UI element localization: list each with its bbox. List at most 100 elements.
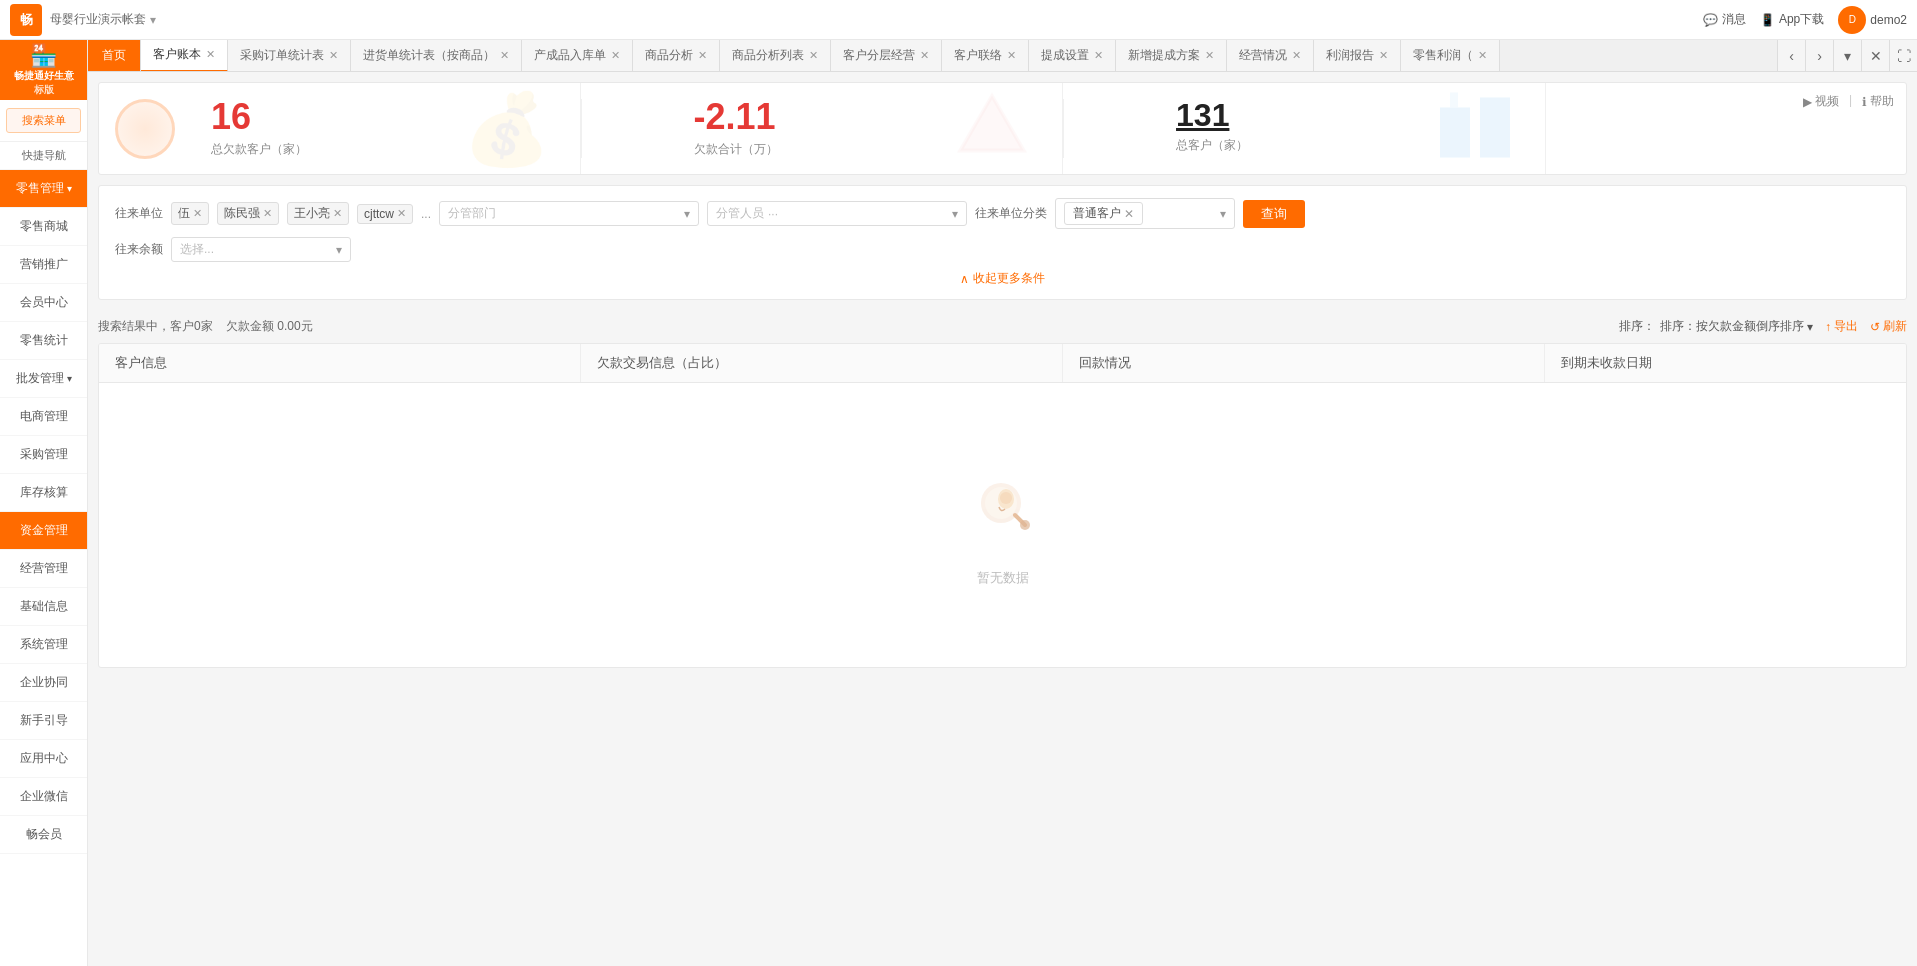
stat-total-customers-value: 131 — [1176, 99, 1248, 131]
sidebar-item-wholesale-mgmt[interactable]: 批发管理 — [0, 360, 87, 398]
results-text: 搜索结果中，客户0家 欠款金额 0.00元 — [98, 318, 313, 335]
tab-customer-contact[interactable]: 客户联络 ✕ — [942, 40, 1029, 72]
app-logo: 畅 — [10, 4, 42, 36]
sidebar-item-member-center[interactable]: 会员中心 — [0, 284, 87, 322]
sidebar: 🏪 畅捷通好生意 标版 搜索菜单 快捷导航 零售管理 零售商城 营销推广 会员中… — [0, 40, 88, 966]
filter-more-button[interactable]: ... — [421, 207, 431, 221]
sidebar-item-retail-mall[interactable]: 零售商城 — [0, 208, 87, 246]
export-button[interactable]: ↑ 导出 — [1825, 318, 1858, 335]
top-bar-left: 畅 母婴行业演示帐套 ▾ — [10, 4, 1703, 36]
tag-close-icon[interactable]: ✕ — [1124, 207, 1134, 221]
tab-close-icon[interactable]: ✕ — [698, 49, 707, 62]
sidebar-item-label: 会员中心 — [20, 295, 68, 309]
tab-close-icon[interactable]: ✕ — [611, 49, 620, 62]
tab-customer-tier[interactable]: 客户分层经营 ✕ — [831, 40, 942, 72]
tab-close-icon[interactable]: ✕ — [920, 49, 929, 62]
search-menu-button[interactable]: 搜索菜单 — [6, 108, 81, 133]
sidebar-item-label: 经营管理 — [20, 561, 68, 575]
tab-close-icon[interactable]: ✕ — [1205, 49, 1214, 62]
tag-text: cjttcw — [364, 207, 394, 221]
tab-close-icon[interactable]: ✕ — [206, 48, 215, 61]
sidebar-item-marketing[interactable]: 营销推广 — [0, 246, 87, 284]
tab-scroll-left-button[interactable]: ‹ — [1777, 40, 1805, 72]
sidebar-item-label: 系统管理 — [20, 637, 68, 651]
tab-raise-setting[interactable]: 提成设置 ✕ — [1029, 40, 1116, 72]
tab-close-icon[interactable]: ✕ — [1379, 49, 1388, 62]
tab-stock-stat[interactable]: 进货单统计表（按商品） ✕ — [351, 40, 522, 72]
tag-close-icon[interactable]: ✕ — [263, 207, 272, 220]
tab-home-label: 首页 — [102, 47, 126, 64]
company-selector[interactable]: 母婴行业演示帐套 ▾ — [50, 11, 156, 28]
sidebar-item-operation-mgmt[interactable]: 经营管理 — [0, 550, 87, 588]
tab-close-icon[interactable]: ✕ — [329, 49, 338, 62]
help-button[interactable]: ℹ 帮助 — [1862, 93, 1894, 110]
search-button[interactable]: 查询 — [1243, 200, 1305, 228]
tab-close-all-button[interactable]: ✕ — [1861, 40, 1889, 72]
sidebar-item-inventory[interactable]: 库存核算 — [0, 474, 87, 512]
sidebar-item-purchase-mgmt[interactable]: 采购管理 — [0, 436, 87, 474]
tab-fullscreen-button[interactable]: ⛶ — [1889, 40, 1917, 72]
message-label: 消息 — [1722, 11, 1746, 28]
tab-close-icon[interactable]: ✕ — [1094, 49, 1103, 62]
tag-close-icon[interactable]: ✕ — [193, 207, 202, 220]
unit-type-filter-select[interactable]: 普通客户 ✕ ▾ — [1055, 198, 1235, 229]
sidebar-item-vip-member[interactable]: 畅会员 — [0, 816, 87, 854]
collapse-button[interactable]: ∧ 收起更多条件 — [960, 270, 1045, 287]
sidebar-item-label: 营销推广 — [20, 257, 68, 271]
tab-retail-profit[interactable]: 零售利润（ ✕ — [1401, 40, 1500, 72]
company-dropdown-icon: ▾ — [150, 13, 156, 27]
tab-new-raise-plan[interactable]: 新增提成方案 ✕ — [1116, 40, 1227, 72]
sidebar-item-retail-stats[interactable]: 零售统计 — [0, 322, 87, 360]
app-download-button[interactable]: 📱 App下载 — [1760, 11, 1824, 28]
sidebar-item-ecommerce-mgmt[interactable]: 电商管理 — [0, 398, 87, 436]
download-icon: 📱 — [1760, 13, 1775, 27]
sidebar-item-retail-mgmt[interactable]: 零售管理 — [0, 170, 87, 208]
video-button[interactable]: ▶ 视频 — [1803, 93, 1839, 110]
tab-operation[interactable]: 经营情况 ✕ — [1227, 40, 1314, 72]
message-button[interactable]: 💬 消息 — [1703, 11, 1746, 28]
tab-label: 客户账本 — [153, 46, 201, 63]
stat-circle-bg-1 — [115, 99, 175, 159]
sidebar-item-basic-info[interactable]: 基础信息 — [0, 588, 87, 626]
person-filter-select[interactable]: 分管人员 ··· ▾ — [707, 201, 967, 226]
sidebar-item-enterprise-wechat[interactable]: 企业微信 — [0, 778, 87, 816]
sidebar-item-finance-mgmt[interactable]: 资金管理 — [0, 512, 87, 550]
sidebar-item-new-guide[interactable]: 新手引导 — [0, 702, 87, 740]
tab-cost-entry[interactable]: 产成品入库单 ✕ — [522, 40, 633, 72]
col-due-date: 到期未收款日期 — [1545, 344, 1906, 382]
tab-close-icon[interactable]: ✕ — [1478, 49, 1487, 62]
tab-scroll-right-button[interactable]: › — [1805, 40, 1833, 72]
dept-filter-select[interactable]: 分管部门 ▾ — [439, 201, 699, 226]
tab-purchase-order[interactable]: 采购订单统计表 ✕ — [228, 40, 351, 72]
svg-rect-4 — [1450, 92, 1458, 107]
tab-close-icon[interactable]: ✕ — [1007, 49, 1016, 62]
refresh-button[interactable]: ↺ 刷新 — [1870, 318, 1907, 335]
tab-goods-analysis[interactable]: 商品分析 ✕ — [633, 40, 720, 72]
col-customer-info: 客户信息 — [99, 344, 581, 382]
tab-goods-analysis-list[interactable]: 商品分析列表 ✕ — [720, 40, 831, 72]
unit-tag-cjttcw: cjttcw ✕ — [357, 204, 413, 224]
sidebar-item-enterprise-coop[interactable]: 企业协同 — [0, 664, 87, 702]
refresh-icon: ↺ — [1870, 320, 1880, 334]
tab-home[interactable]: 首页 — [88, 40, 141, 72]
tab-close-icon[interactable]: ✕ — [500, 49, 509, 62]
tag-close-icon[interactable]: ✕ — [333, 207, 342, 220]
user-profile-button[interactable]: D demo2 — [1838, 6, 1907, 34]
tab-accounts[interactable]: 客户账本 ✕ — [141, 40, 228, 72]
sort-value: 排序：按欠款金额倒序排序 — [1660, 318, 1804, 335]
quick-nav-button[interactable]: 快捷导航 — [0, 142, 87, 170]
sidebar-item-app-center[interactable]: 应用中心 — [0, 740, 87, 778]
collapse-label: 收起更多条件 — [973, 270, 1045, 287]
stat-bg-icon-2 — [952, 87, 1032, 170]
app-download-label: App下载 — [1779, 11, 1824, 28]
stat-due-customers-label: 总欠款客户（家） — [211, 141, 307, 158]
balance-filter-input[interactable]: 选择... ▾ — [171, 237, 351, 262]
sidebar-item-system-mgmt[interactable]: 系统管理 — [0, 626, 87, 664]
tab-close-icon[interactable]: ✕ — [809, 49, 818, 62]
sidebar-item-label: 基础信息 — [20, 599, 68, 613]
tab-profit-report[interactable]: 利润报告 ✕ — [1314, 40, 1401, 72]
tab-close-icon[interactable]: ✕ — [1292, 49, 1301, 62]
tab-more-button[interactable]: ▾ — [1833, 40, 1861, 72]
tag-close-icon[interactable]: ✕ — [397, 207, 406, 220]
sort-select[interactable]: 排序： 排序：按欠款金额倒序排序 ▾ — [1619, 318, 1813, 335]
